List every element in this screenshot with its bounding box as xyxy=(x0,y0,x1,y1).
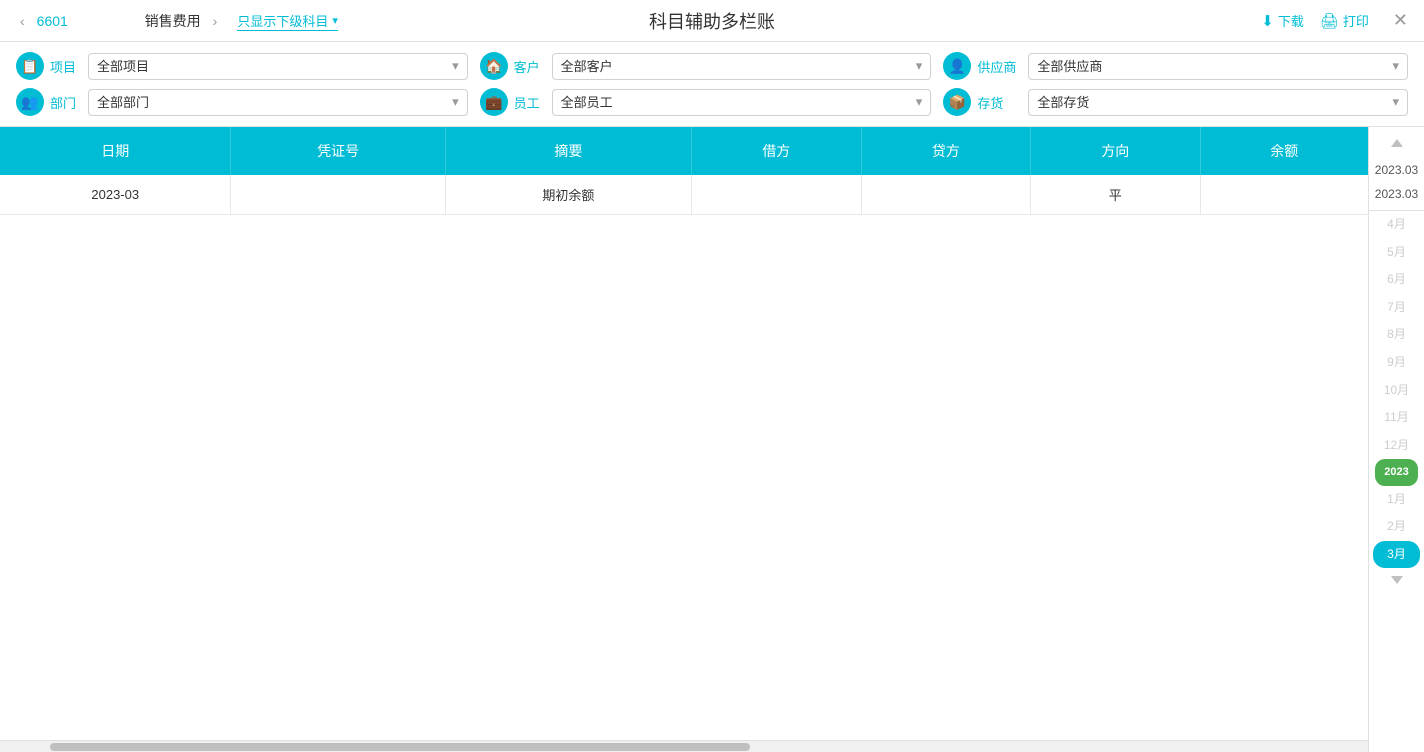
timeline-label-second: 2023.03 xyxy=(1375,187,1418,201)
employee-select[interactable]: 全部员工 xyxy=(561,95,903,110)
timeline-year-2023[interactable]: 2023 xyxy=(1375,459,1418,485)
project-icon: 📋 xyxy=(16,52,44,80)
timeline-row-2023-03-second[interactable]: 2023.03 xyxy=(1369,182,1424,206)
filter-label-customer: 🏠 客户 xyxy=(480,52,540,80)
cell-voucher xyxy=(231,175,445,215)
account-code: 6601 xyxy=(37,13,137,29)
timeline-up-arrow[interactable] xyxy=(1369,131,1424,158)
inventory-select-wrapper[interactable]: 全部存货 xyxy=(1028,89,1408,116)
col-header-date: 日期 xyxy=(0,127,231,175)
col-header-direction: 方向 xyxy=(1031,127,1201,175)
filter-label-supplier: 👤 供应商 xyxy=(943,52,1016,80)
timeline-row-2023-03-first[interactable]: 2023.03 xyxy=(1369,158,1424,182)
col-header-voucher: 凭证号 xyxy=(231,127,445,175)
top-bar: ‹ 6601 销售费用 › 只显示下级科目 ▾ 科目辅助多栏账 ⬇ 下载 🖨 打… xyxy=(0,0,1424,42)
download-button[interactable]: ⬇ 下载 xyxy=(1261,11,1304,30)
print-label: 打印 xyxy=(1343,11,1369,30)
filter-label-employee: 💼 员工 xyxy=(480,88,540,116)
filter-label-project: 📋 项目 xyxy=(16,52,76,80)
timeline-month-2[interactable]: 2月 xyxy=(1369,513,1424,541)
col-header-credit: 贷方 xyxy=(861,127,1031,175)
employee-label: 员工 xyxy=(514,93,540,112)
timeline-month-5[interactable]: 5月 xyxy=(1369,239,1424,267)
top-actions: ⬇ 下载 🖨 打印 ✕ xyxy=(1261,10,1408,31)
cell-balance xyxy=(1200,175,1368,215)
timeline-month-3-active[interactable]: 3月 xyxy=(1373,541,1420,569)
timeline-month-9[interactable]: 9月 xyxy=(1369,349,1424,377)
department-icon: 👥 xyxy=(16,88,44,116)
scrollbar-thumb[interactable] xyxy=(50,743,750,751)
horizontal-scrollbar[interactable] xyxy=(0,740,1368,752)
inventory-select[interactable]: 全部存货 xyxy=(1037,95,1379,110)
prev-arrow[interactable]: ‹ xyxy=(16,11,29,31)
project-label: 项目 xyxy=(50,57,76,76)
inventory-label: 存货 xyxy=(977,93,1003,112)
project-select[interactable]: 全部项目 xyxy=(97,59,439,74)
inventory-icon: 📦 xyxy=(943,88,971,116)
show-sub-label: 只显示下级科目 xyxy=(237,11,328,30)
next-arrow[interactable]: › xyxy=(209,11,222,31)
main-container: ‹ 6601 销售费用 › 只显示下级科目 ▾ 科目辅助多栏账 ⬇ 下载 🖨 打… xyxy=(0,0,1424,752)
filter-label-department: 👥 部门 xyxy=(16,88,76,116)
timeline-month-10[interactable]: 10月 xyxy=(1369,377,1424,405)
download-icon: ⬇ xyxy=(1261,12,1274,30)
project-select-wrapper[interactable]: 全部项目 xyxy=(88,53,468,80)
scrollbar-area xyxy=(0,740,1368,752)
timeline-label-first: 2023.03 xyxy=(1375,163,1418,177)
filter-label-inventory: 📦 存货 xyxy=(943,88,1016,116)
side-timeline: 2023.03 2023.03 4月 5月 6月 7月 8月 9月 10月 11… xyxy=(1368,127,1424,752)
close-button[interactable]: ✕ xyxy=(1393,10,1408,31)
table-row: 2023-03 期初余额 平 xyxy=(0,175,1368,215)
department-select-wrapper[interactable]: 全部部门 xyxy=(88,89,468,116)
ledger-table: 日期 凭证号 摘要 借方 贷方 方向 余额 2023-03 期初余额 xyxy=(0,127,1368,215)
table-header-row: 日期 凭证号 摘要 借方 贷方 方向 余额 xyxy=(0,127,1368,175)
col-header-summary: 摘要 xyxy=(445,127,691,175)
page-title: 科目辅助多栏账 xyxy=(649,8,775,34)
employee-icon: 💼 xyxy=(480,88,508,116)
cell-debit xyxy=(692,175,862,215)
customer-select-wrapper[interactable]: 全部客户 xyxy=(552,53,932,80)
filter-area: 📋 项目 全部项目 🏠 客户 全部客户 👤 供应商 全部供应商 xyxy=(0,42,1424,127)
supplier-label: 供应商 xyxy=(977,57,1016,76)
timeline-month-7[interactable]: 7月 xyxy=(1369,294,1424,322)
print-button[interactable]: 🖨 打印 xyxy=(1320,11,1369,30)
supplier-icon: 👤 xyxy=(943,52,971,80)
timeline-month-8[interactable]: 8月 xyxy=(1369,321,1424,349)
download-label: 下载 xyxy=(1278,11,1304,30)
timeline-down-arrow[interactable] xyxy=(1369,568,1424,595)
department-select[interactable]: 全部部门 xyxy=(97,95,439,110)
chevron-down-icon: ▾ xyxy=(332,14,338,27)
timeline-month-1[interactable]: 1月 xyxy=(1369,486,1424,514)
employee-select-wrapper[interactable]: 全部员工 xyxy=(552,89,932,116)
timeline-month-4[interactable]: 4月 xyxy=(1369,211,1424,239)
supplier-select-wrapper[interactable]: 全部供应商 xyxy=(1028,53,1408,80)
cell-date: 2023-03 xyxy=(0,175,231,215)
customer-select[interactable]: 全部客户 xyxy=(561,59,903,74)
table-area: 日期 凭证号 摘要 借方 贷方 方向 余额 2023-03 期初余额 xyxy=(0,127,1368,752)
customer-label: 客户 xyxy=(514,57,540,76)
cell-direction: 平 xyxy=(1031,175,1201,215)
timeline-month-12[interactable]: 12月 xyxy=(1369,432,1424,460)
print-icon: 🖨 xyxy=(1320,12,1339,30)
customer-icon: 🏠 xyxy=(480,52,508,80)
col-header-balance: 余额 xyxy=(1200,127,1368,175)
timeline-month-11[interactable]: 11月 xyxy=(1369,404,1424,432)
col-header-debit: 借方 xyxy=(692,127,862,175)
supplier-select[interactable]: 全部供应商 xyxy=(1037,59,1379,74)
account-name: 销售费用 xyxy=(145,11,201,31)
timeline-top-rows: 2023.03 2023.03 xyxy=(1369,158,1424,211)
timeline-month-6[interactable]: 6月 xyxy=(1369,266,1424,294)
department-label: 部门 xyxy=(50,93,76,112)
cell-credit xyxy=(861,175,1031,215)
content-area: 日期 凭证号 摘要 借方 贷方 方向 余额 2023-03 期初余额 xyxy=(0,127,1424,752)
cell-summary: 期初余额 xyxy=(445,175,691,215)
show-sub-link[interactable]: 只显示下级科目 ▾ xyxy=(237,11,338,31)
